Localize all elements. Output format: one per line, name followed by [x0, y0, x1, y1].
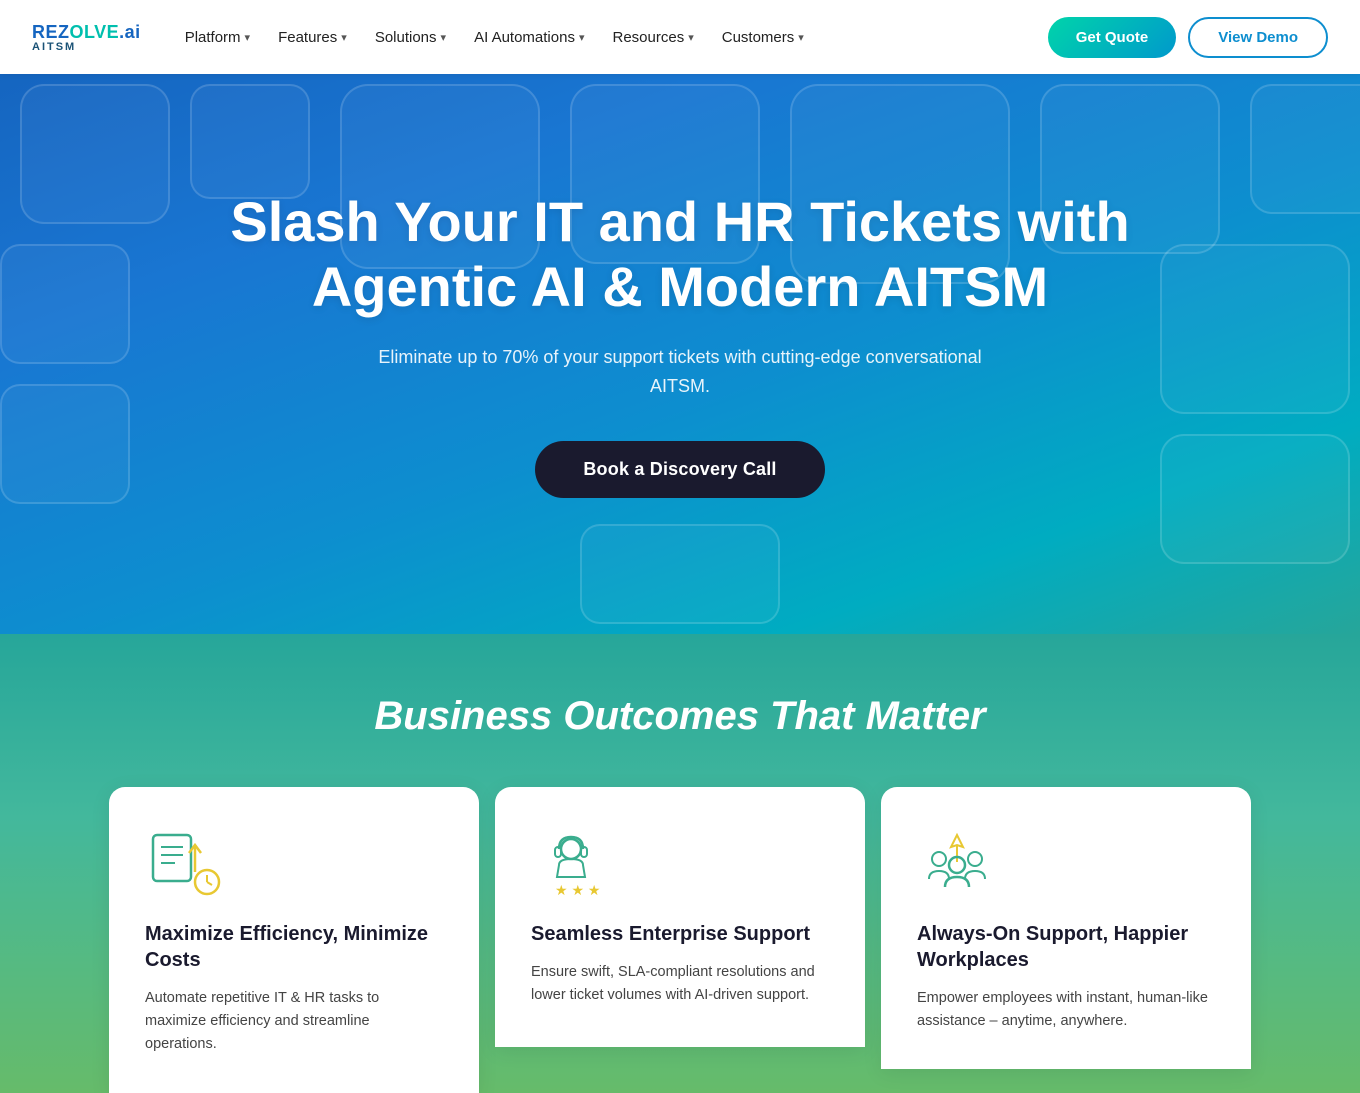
logo-text: REZOLVE.ai [32, 22, 141, 43]
nav-item-ai-automations[interactable]: AI Automations ▾ [462, 21, 596, 54]
card-efficiency-text: Automate repetitive IT & HR tasks to max… [145, 987, 443, 1057]
card-always-on: Always-On Support, Happier Workplaces Em… [881, 787, 1251, 1069]
card-efficiency: Maximize Efficiency, Minimize Costs Auto… [109, 787, 479, 1093]
outcomes-title: Business Outcomes That Matter [40, 694, 1320, 739]
nav-item-solutions[interactable]: Solutions ▾ [363, 21, 458, 54]
card-efficiency-title: Maximize Efficiency, Minimize Costs [145, 921, 443, 973]
chevron-down-icon: ▾ [579, 31, 585, 44]
chevron-down-icon: ▾ [798, 31, 804, 44]
book-discovery-button[interactable]: Book a Discovery Call [535, 441, 824, 498]
outcomes-cards: Maximize Efficiency, Minimize Costs Auto… [40, 787, 1320, 1093]
card-always-on-text: Empower employees with instant, human-li… [917, 987, 1215, 1033]
enterprise-icon: ★ ★ ★ [531, 827, 611, 897]
chevron-down-icon: ▾ [341, 31, 347, 44]
chevron-down-icon: ▾ [688, 31, 694, 44]
nav-item-platform[interactable]: Platform ▾ [173, 21, 262, 54]
efficiency-icon [145, 827, 225, 897]
logo-subtitle: AITSM [32, 41, 141, 53]
svg-text:★ ★ ★: ★ ★ ★ [555, 882, 600, 897]
nav-actions: Get Quote View Demo [1048, 17, 1328, 58]
nav-item-features[interactable]: Features ▾ [266, 21, 359, 54]
navbar: REZOLVE.ai AITSM Platform ▾ Features ▾ S… [0, 0, 1360, 74]
hero-section: Slash Your IT and HR Tickets with Agenti… [0, 74, 1360, 634]
card-enterprise-title: Seamless Enterprise Support [531, 921, 829, 947]
card-enterprise: ★ ★ ★ Seamless Enterprise Support Ensure… [495, 787, 865, 1047]
chevron-down-icon: ▾ [441, 31, 447, 44]
nav-customers-label: Customers [722, 29, 795, 46]
nav-items: Platform ▾ Features ▾ Solutions ▾ AI Aut… [173, 21, 1048, 54]
chevron-down-icon: ▾ [245, 31, 251, 44]
nav-features-label: Features [278, 29, 337, 46]
logo[interactable]: REZOLVE.ai AITSM [32, 22, 141, 53]
card-enterprise-text: Ensure swift, SLA-compliant resolutions … [531, 961, 829, 1007]
nav-resources-label: Resources [613, 29, 685, 46]
view-demo-button[interactable]: View Demo [1188, 17, 1328, 58]
nav-item-customers[interactable]: Customers ▾ [710, 21, 816, 54]
nav-ai-label: AI Automations [474, 29, 575, 46]
get-quote-button[interactable]: Get Quote [1048, 17, 1177, 58]
outcomes-section: Business Outcomes That Matter [0, 634, 1360, 1093]
nav-item-resources[interactable]: Resources ▾ [601, 21, 706, 54]
hero-title: Slash Your IT and HR Tickets with Agenti… [230, 190, 1130, 319]
nav-platform-label: Platform [185, 29, 241, 46]
nav-solutions-label: Solutions [375, 29, 437, 46]
hero-subtitle: Eliminate up to 70% of your support tick… [370, 343, 990, 401]
always-on-icon [917, 827, 997, 897]
card-always-on-title: Always-On Support, Happier Workplaces [917, 921, 1215, 973]
